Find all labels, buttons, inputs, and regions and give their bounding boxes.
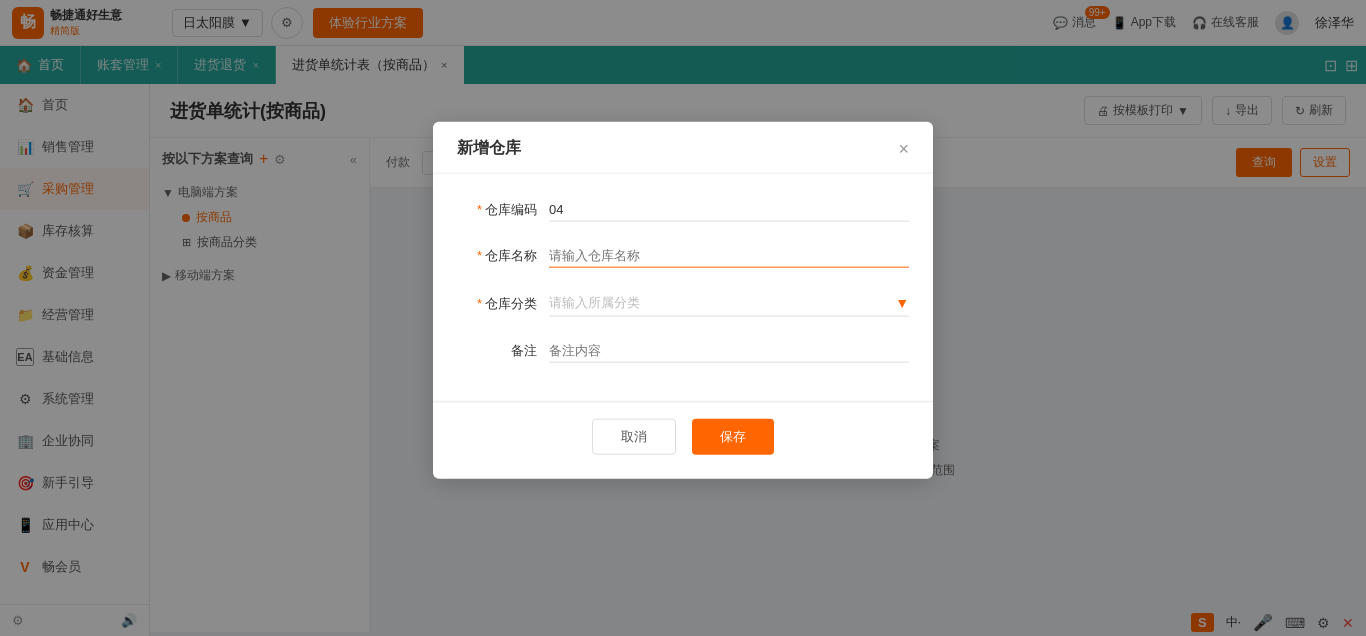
warehouse-category-select[interactable]: 请输入所属分类 ▼: [549, 290, 909, 317]
save-button[interactable]: 保存: [692, 419, 774, 455]
warehouse-category-placeholder: 请输入所属分类: [549, 294, 640, 312]
modal-body: 仓库编码 仓库名称 仓库分类 请输入所属分类 ▼ 备注: [433, 174, 933, 401]
add-warehouse-modal: 新增仓库 × 仓库编码 仓库名称 仓库分类 请输入所属分类 ▼ 备注 取消: [433, 122, 933, 479]
warehouse-note-row: 备注: [457, 339, 909, 363]
warehouse-note-input[interactable]: [549, 339, 909, 363]
warehouse-code-input[interactable]: [549, 198, 909, 222]
warehouse-code-label: 仓库编码: [457, 201, 537, 219]
warehouse-note-label: 备注: [457, 342, 537, 360]
modal-header: 新增仓库 ×: [433, 122, 933, 174]
warehouse-code-row: 仓库编码: [457, 198, 909, 222]
modal-title: 新增仓库: [457, 138, 521, 159]
cancel-button[interactable]: 取消: [592, 419, 676, 455]
warehouse-category-label: 仓库分类: [457, 294, 537, 312]
modal-footer: 取消 保存: [433, 402, 933, 479]
warehouse-name-label: 仓库名称: [457, 247, 537, 265]
warehouse-category-row: 仓库分类 请输入所属分类 ▼: [457, 290, 909, 317]
warehouse-name-input[interactable]: [549, 244, 909, 268]
warehouse-category-arrow: ▼: [895, 295, 909, 311]
modal-close-button[interactable]: ×: [898, 139, 909, 157]
warehouse-name-row: 仓库名称: [457, 244, 909, 268]
